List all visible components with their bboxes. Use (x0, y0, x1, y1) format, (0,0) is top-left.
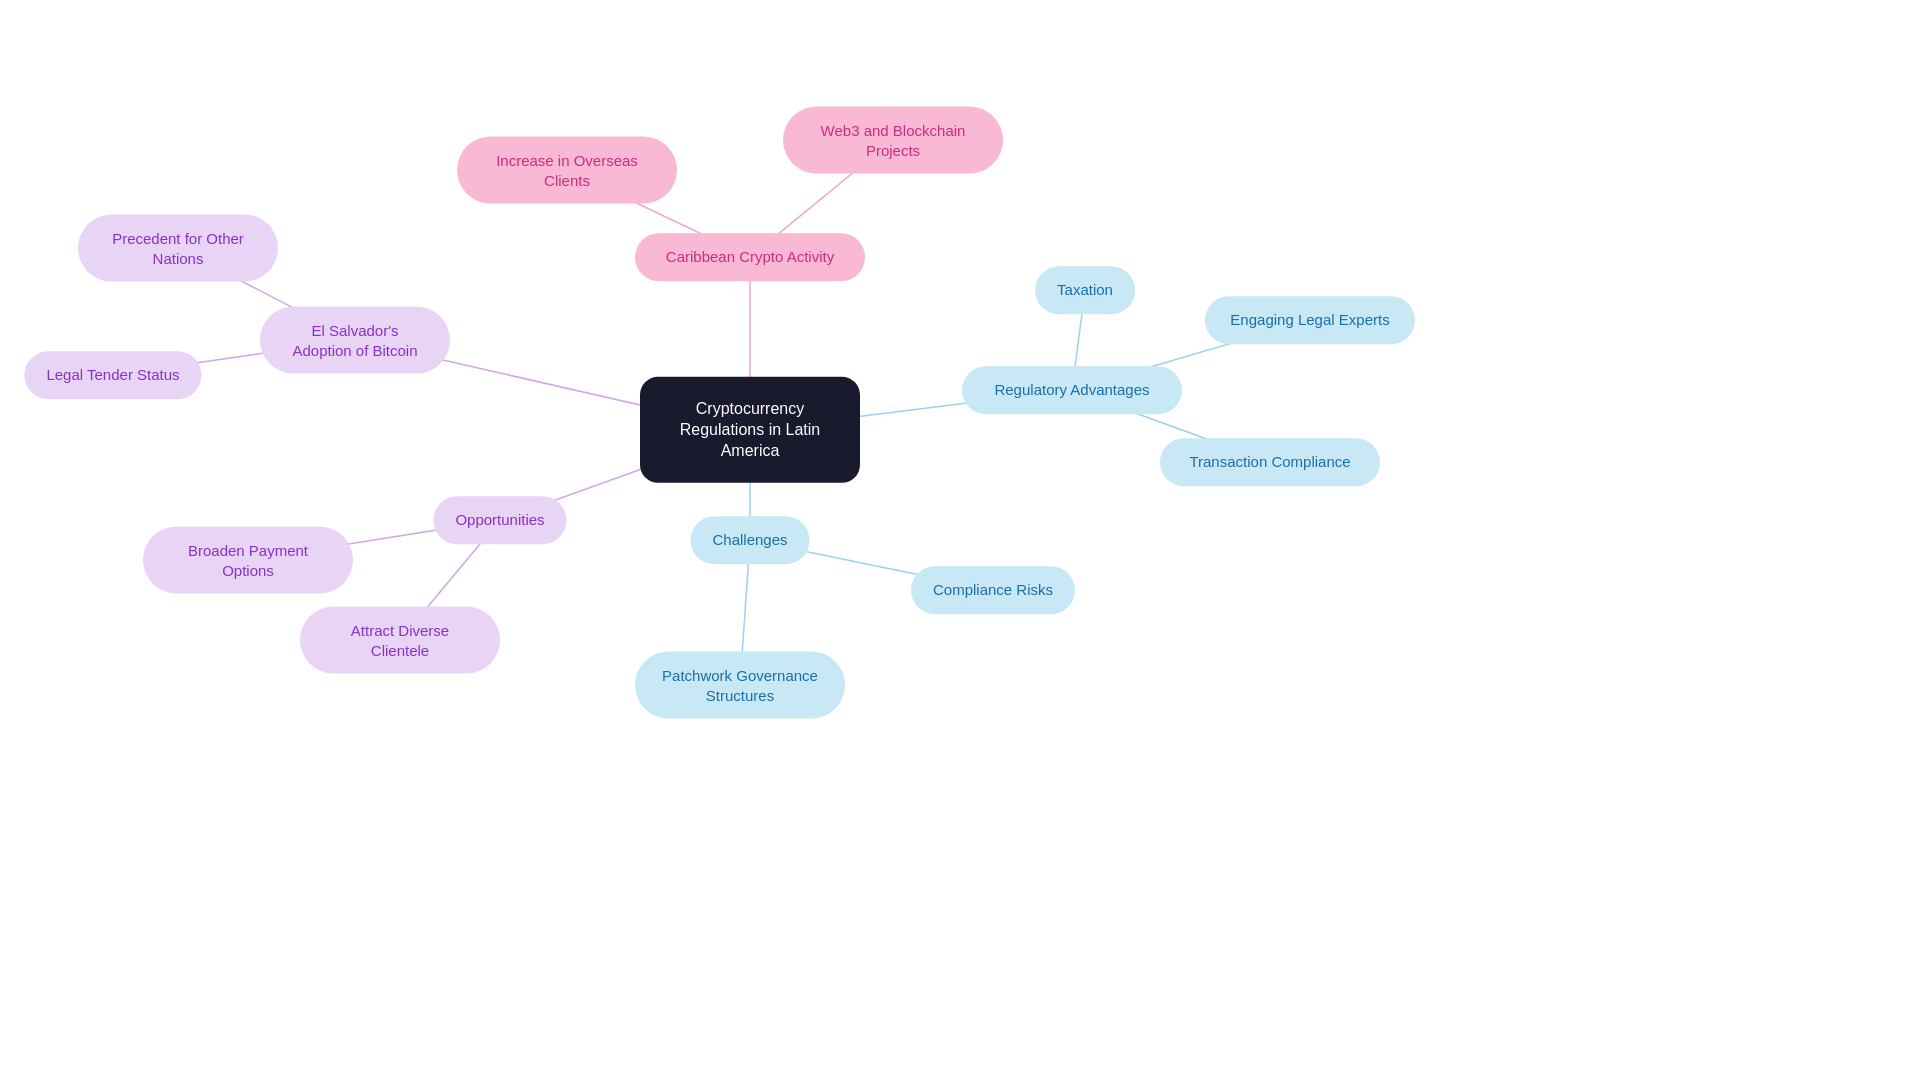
mind-map: Cryptocurrency Regulations in Latin Amer… (0, 0, 1920, 1083)
elsalvador-node: El Salvador's Adoption of Bitcoin (260, 307, 450, 374)
caribbean-node: Caribbean Crypto Activity (635, 233, 865, 281)
increase-overseas-node: Increase in Overseas Clients (457, 137, 677, 204)
broaden-payment-node: Broaden Payment Options (143, 527, 353, 594)
opportunities-node: Opportunities (433, 496, 566, 544)
transaction-compliance-node: Transaction Compliance (1160, 438, 1380, 486)
attract-diverse-node: Attract Diverse Clientele (300, 607, 500, 674)
patchwork-node: Patchwork Governance Structures (635, 652, 845, 719)
precedent-node: Precedent for Other Nations (78, 215, 278, 282)
regulatory-advantages-node: Regulatory Advantages (962, 366, 1182, 414)
engaging-legal-node: Engaging Legal Experts (1205, 296, 1415, 344)
web3-blockchain-node: Web3 and Blockchain Projects (783, 107, 1003, 174)
taxation-node: Taxation (1035, 266, 1135, 314)
compliance-risks-node: Compliance Risks (911, 566, 1075, 614)
center-node: Cryptocurrency Regulations in Latin Amer… (640, 377, 860, 483)
challenges-node: Challenges (690, 516, 809, 564)
legal-tender-node: Legal Tender Status (24, 351, 201, 399)
